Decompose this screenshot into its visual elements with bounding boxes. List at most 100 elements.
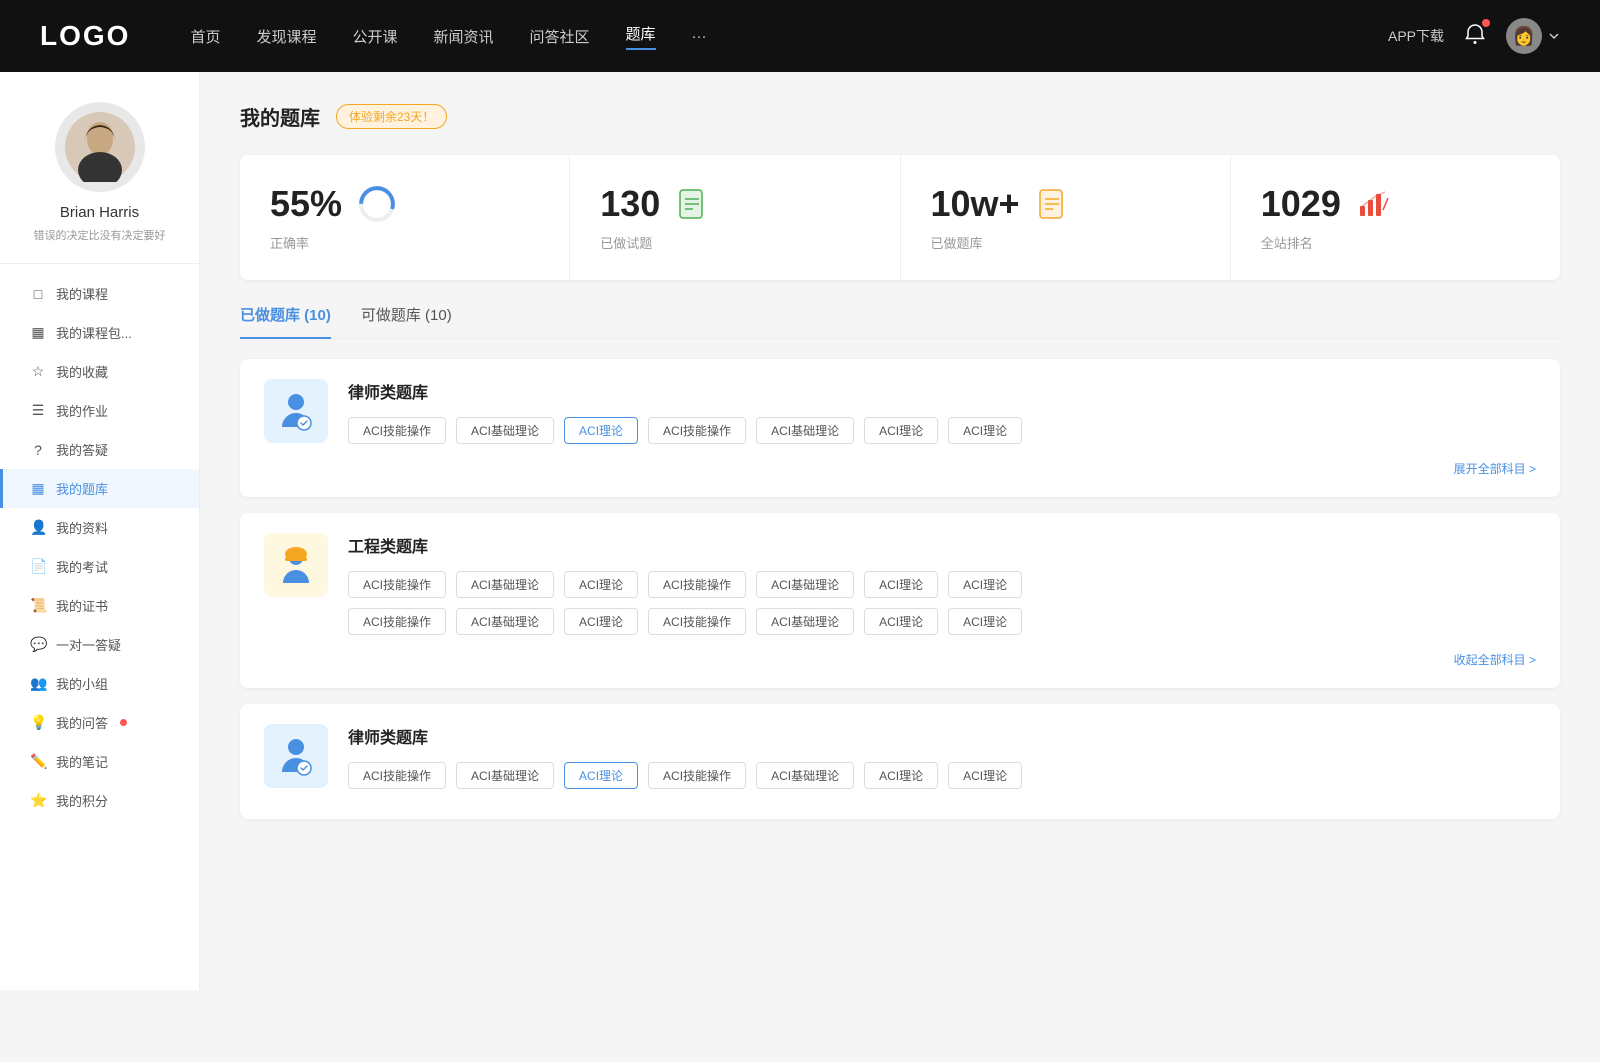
certificate-icon: 📜 xyxy=(30,597,46,614)
tag-engineer1-b5[interactable]: ACI理论 xyxy=(864,608,938,635)
profile-avatar xyxy=(55,102,145,192)
page-title: 我的题库 xyxy=(240,102,320,131)
tab-available[interactable]: 可做题库 (10) xyxy=(361,304,452,339)
profile-section: Brian Harris 错误的决定比没有决定要好 xyxy=(0,102,199,264)
sidebar-item-my-group[interactable]: 👥 我的小组 xyxy=(0,664,199,703)
tag-engineer1-b3[interactable]: ACI技能操作 xyxy=(648,608,746,635)
sidebar-item-label: 我的收藏 xyxy=(56,362,108,381)
tag-lawyer1-1[interactable]: ACI基础理论 xyxy=(456,417,554,444)
tag-engineer1-b6[interactable]: ACI理论 xyxy=(948,608,1022,635)
sidebar-item-my-profile[interactable]: 👤 我的资料 xyxy=(0,508,199,547)
page-header: 我的题库 体验剩余23天！ xyxy=(240,102,1560,131)
nav-qa[interactable]: 问答社区 xyxy=(530,26,590,47)
tag-lawyer2-1[interactable]: ACI基础理论 xyxy=(456,762,554,789)
tab-done[interactable]: 已做题库 (10) xyxy=(240,304,331,339)
nav-discover[interactable]: 发现课程 xyxy=(256,26,316,47)
1on1-qa-icon: 💬 xyxy=(30,636,46,653)
sidebar-item-label: 我的笔记 xyxy=(56,752,108,771)
tag-engineer1-b0[interactable]: ACI技能操作 xyxy=(348,608,446,635)
tags-row-lawyer2: ACI技能操作 ACI基础理论 ACI理论 ACI技能操作 ACI基础理论 AC… xyxy=(348,762,1536,789)
layout: Brian Harris 错误的决定比没有决定要好 □ 我的课程 ▦ 我的课程包… xyxy=(0,72,1600,990)
tag-lawyer1-6[interactable]: ACI理论 xyxy=(948,417,1022,444)
logo[interactable]: LOGO xyxy=(40,20,130,52)
tag-engineer1-a5[interactable]: ACI理论 xyxy=(864,571,938,598)
stat-done-questions: 130 已做试题 xyxy=(570,155,900,280)
nav-news[interactable]: 新闻资讯 xyxy=(434,26,494,47)
favorites-icon: ☆ xyxy=(30,363,46,380)
tag-lawyer2-0[interactable]: ACI技能操作 xyxy=(348,762,446,789)
sidebar-item-label: 我的作业 xyxy=(56,401,108,420)
app-download-button[interactable]: APP下载 xyxy=(1388,26,1444,46)
tag-engineer1-b1[interactable]: ACI基础理论 xyxy=(456,608,554,635)
doc-amber-icon xyxy=(1034,186,1070,222)
qbank-icon-engineer1 xyxy=(264,533,328,597)
qbank-title-lawyer1: 律师类题库 xyxy=(348,379,1536,403)
my-course-icon: □ xyxy=(30,286,46,302)
sidebar-menu: □ 我的课程 ▦ 我的课程包... ☆ 我的收藏 ☰ 我的作业 ? 我的答疑 ▦… xyxy=(0,274,199,840)
nav-more[interactable]: ··· xyxy=(692,28,707,45)
nav-qbank[interactable]: 题库 xyxy=(626,23,656,50)
sidebar-item-my-points[interactable]: ⭐ 我的积分 xyxy=(0,781,199,820)
sidebar-item-homework[interactable]: ☰ 我的作业 xyxy=(0,391,199,430)
tag-engineer1-b4[interactable]: ACI基础理论 xyxy=(756,608,854,635)
sidebar-item-label: 我的问答 xyxy=(56,713,108,732)
qbank-tabs: 已做题库 (10) 可做题库 (10) xyxy=(240,304,1560,339)
sidebar-item-course-package[interactable]: ▦ 我的课程包... xyxy=(0,313,199,352)
qbank-content-lawyer1: 律师类题库 ACI技能操作 ACI基础理论 ACI理论 ACI技能操作 ACI基… xyxy=(348,379,1536,477)
homework-icon: ☰ xyxy=(30,402,46,419)
tags-row-engineer1-b: ACI技能操作 ACI基础理论 ACI理论 ACI技能操作 ACI基础理论 AC… xyxy=(348,608,1536,635)
tag-engineer1-a3[interactable]: ACI技能操作 xyxy=(648,571,746,598)
sidebar-item-certificate[interactable]: 📜 我的证书 xyxy=(0,586,199,625)
notification-bell[interactable] xyxy=(1464,23,1486,50)
expand-link-lawyer1[interactable]: 展开全部科目 > xyxy=(348,454,1536,477)
qbank-title-engineer1: 工程类题库 xyxy=(348,533,1536,557)
my-group-icon: 👥 xyxy=(30,675,46,692)
collapse-link-engineer1[interactable]: 收起全部科目 > xyxy=(348,645,1536,668)
sidebar-item-label: 一对一答疑 xyxy=(56,635,121,654)
sidebar-item-favorites[interactable]: ☆ 我的收藏 xyxy=(0,352,199,391)
my-points-icon: ⭐ xyxy=(30,792,46,809)
tag-engineer1-a2[interactable]: ACI理论 xyxy=(564,571,638,598)
stats-row: 55% 正确率 130 xyxy=(240,155,1560,280)
user-avatar-wrap[interactable]: 👩 xyxy=(1506,18,1560,54)
sidebar-item-my-exam[interactable]: 📄 我的考试 xyxy=(0,547,199,586)
tag-lawyer2-6[interactable]: ACI理论 xyxy=(948,762,1022,789)
qbank-card-engineer1: 工程类题库 ACI技能操作 ACI基础理论 ACI理论 ACI技能操作 ACI基… xyxy=(240,513,1560,688)
sidebar-item-label: 我的课程包... xyxy=(56,323,132,342)
sidebar-item-my-qbank[interactable]: ▦ 我的题库 xyxy=(0,469,199,508)
tags-row-lawyer1: ACI技能操作 ACI基础理论 ACI理论 ACI技能操作 ACI基础理论 AC… xyxy=(348,417,1536,444)
qbank-icon-lawyer2 xyxy=(264,724,328,788)
tag-engineer1-a0[interactable]: ACI技能操作 xyxy=(348,571,446,598)
sidebar-item-my-course[interactable]: □ 我的课程 xyxy=(0,274,199,313)
nav-opencourse[interactable]: 公开课 xyxy=(352,26,397,47)
tag-engineer1-a6[interactable]: ACI理论 xyxy=(948,571,1022,598)
sidebar-item-1on1-qa[interactable]: 💬 一对一答疑 xyxy=(0,625,199,664)
sidebar-item-my-questions[interactable]: 💡 我的问答 xyxy=(0,703,199,742)
tag-engineer1-b2[interactable]: ACI理论 xyxy=(564,608,638,635)
tags-row-engineer1-a: ACI技能操作 ACI基础理论 ACI理论 ACI技能操作 ACI基础理论 AC… xyxy=(348,571,1536,598)
tag-lawyer2-5[interactable]: ACI理论 xyxy=(864,762,938,789)
notification-badge xyxy=(1482,19,1490,27)
nav-home[interactable]: 首页 xyxy=(190,26,220,47)
stat-done-label: 已做试题 xyxy=(600,233,869,252)
sidebar: Brian Harris 错误的决定比没有决定要好 □ 我的课程 ▦ 我的课程包… xyxy=(0,72,200,990)
tag-lawyer1-5[interactable]: ACI理论 xyxy=(864,417,938,444)
tag-lawyer2-2[interactable]: ACI理论 xyxy=(564,762,638,789)
tag-engineer1-a1[interactable]: ACI基础理论 xyxy=(456,571,554,598)
tag-lawyer2-4[interactable]: ACI基础理论 xyxy=(756,762,854,789)
tag-lawyer2-3[interactable]: ACI技能操作 xyxy=(648,762,746,789)
tag-lawyer1-4[interactable]: ACI基础理论 xyxy=(756,417,854,444)
sidebar-item-label: 我的考试 xyxy=(56,557,108,576)
stat-ranking: 1029 全站排名 xyxy=(1231,155,1560,280)
tag-lawyer1-0[interactable]: ACI技能操作 xyxy=(348,417,446,444)
tag-engineer1-a4[interactable]: ACI基础理论 xyxy=(756,571,854,598)
my-notes-icon: ✏️ xyxy=(30,753,46,770)
sidebar-item-my-qa[interactable]: ? 我的答疑 xyxy=(0,430,199,469)
sidebar-item-my-notes[interactable]: ✏️ 我的笔记 xyxy=(0,742,199,781)
navbar-right: APP下载 👩 xyxy=(1388,18,1560,54)
tag-lawyer1-3[interactable]: ACI技能操作 xyxy=(648,417,746,444)
my-profile-icon: 👤 xyxy=(30,519,46,536)
tag-lawyer1-2[interactable]: ACI理论 xyxy=(564,417,638,444)
navbar: LOGO 首页 发现课程 公开课 新闻资讯 问答社区 题库 ··· APP下载 … xyxy=(0,0,1600,72)
stat-rank-label: 全站排名 xyxy=(1261,233,1530,252)
